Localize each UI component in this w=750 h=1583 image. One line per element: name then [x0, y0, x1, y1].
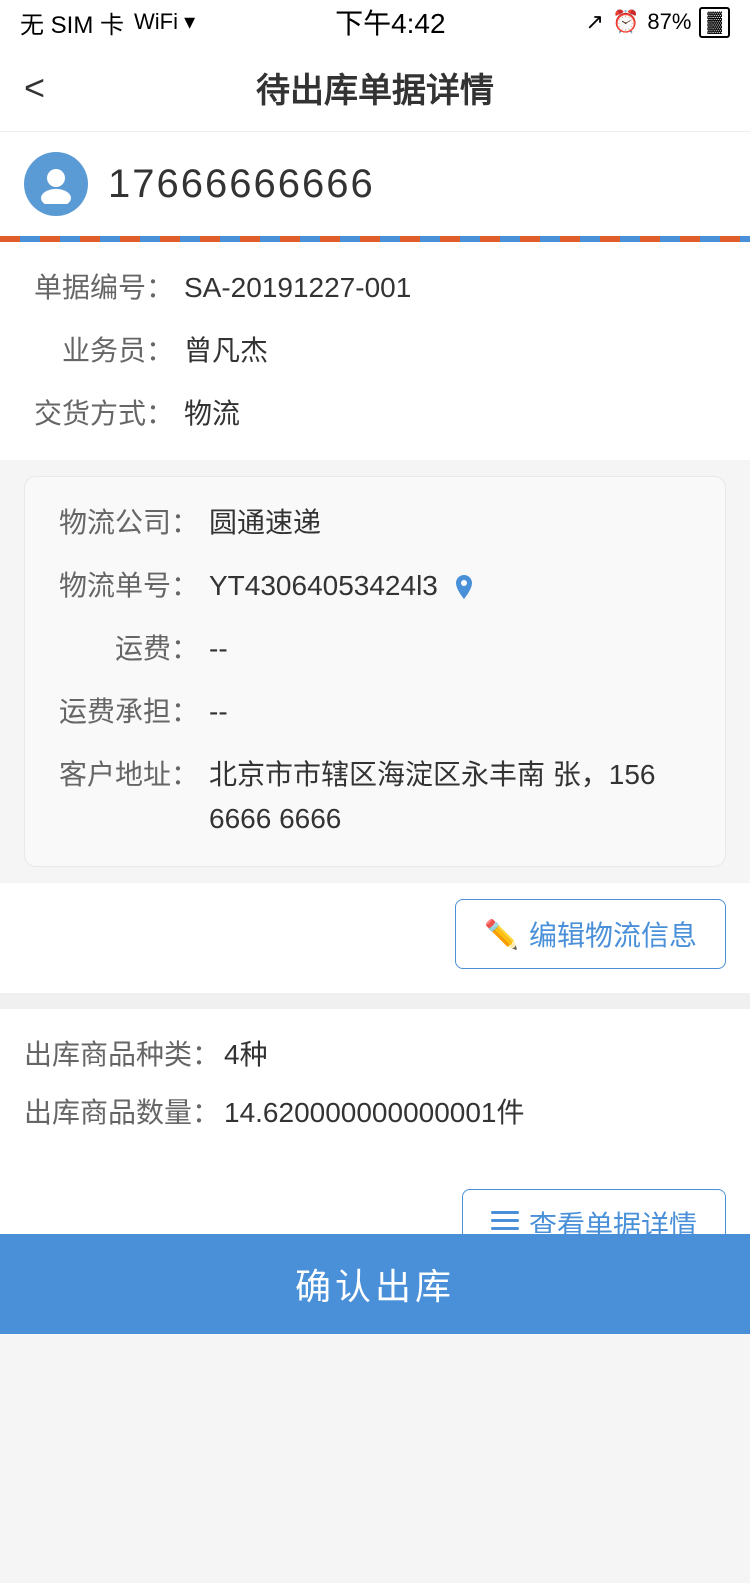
- confirm-btn-text: 确认出库: [295, 1258, 455, 1310]
- freight-bearer-value: --: [209, 690, 701, 735]
- tracking-no-value: YT43064053424l3: [209, 564, 701, 609]
- battery-text: 87%: [647, 9, 691, 35]
- salesperson-row: 业务员： 曾凡杰: [24, 329, 726, 374]
- document-no-row: 单据编号： SA-20191227-001: [24, 266, 726, 311]
- confirm-button-bar[interactable]: 确认出库: [0, 1234, 750, 1334]
- address-row: 客户地址： 北京市市辖区海淀区永丰南 张，156 6666 6666: [49, 753, 701, 843]
- salesperson-label: 业务员：: [24, 329, 184, 374]
- carrier-text: 无 SIM 卡: [20, 5, 124, 40]
- tracking-no-label: 物流单号：: [49, 564, 209, 609]
- delivery-method-row: 交货方式： 物流: [24, 392, 726, 437]
- product-quantity-value: 14.620000000000001件: [224, 1091, 525, 1131]
- delivery-method-value: 物流: [184, 392, 726, 437]
- product-section: 出库商品种类： 4种 出库商品数量： 14.620000000000001件: [0, 1009, 750, 1173]
- product-category-label: 出库商品种类：: [24, 1033, 224, 1073]
- freight-value: --: [209, 627, 701, 672]
- location-status-icon: ↗: [586, 9, 604, 35]
- freight-label: 运费：: [49, 627, 209, 672]
- logistics-company-row: 物流公司： 圆通速递: [49, 501, 701, 546]
- customer-phone: 17666666666: [108, 162, 375, 207]
- location-pin-icon[interactable]: [450, 573, 478, 601]
- document-no-label: 单据编号：: [24, 266, 184, 311]
- status-bar: 无 SIM 卡 WiFi ▾ 下午4:42 ↗ ⏰ 87% ▓: [0, 0, 750, 44]
- user-avatar-icon: [36, 164, 76, 204]
- alarm-icon: ⏰: [612, 9, 639, 35]
- product-category-value: 4种: [224, 1033, 268, 1073]
- edit-icon: ✏️: [484, 918, 519, 951]
- wifi-icon: WiFi ▾: [134, 9, 195, 35]
- section-divider: [0, 993, 750, 1009]
- customer-section: 17666666666: [0, 132, 750, 236]
- product-category-row: 出库商品种类： 4种: [24, 1033, 726, 1073]
- back-button[interactable]: <: [24, 67, 45, 109]
- tracking-no-row: 物流单号： YT43064053424l3: [49, 564, 701, 609]
- freight-bearer-label: 运费承担：: [49, 690, 209, 735]
- edit-logistics-button[interactable]: ✏️ 编辑物流信息: [455, 899, 726, 969]
- status-time: 下午4:42: [335, 2, 446, 42]
- edit-btn-label: 编辑物流信息: [529, 914, 697, 954]
- address-value: 北京市市辖区海淀区永丰南 张，156 6666 6666: [209, 753, 701, 843]
- status-right: ↗ ⏰ 87% ▓: [586, 7, 730, 38]
- delivery-method-label: 交货方式：: [24, 392, 184, 437]
- address-label: 客户地址：: [49, 753, 209, 798]
- freight-bearer-row: 运费承担： --: [49, 690, 701, 735]
- avatar: [24, 152, 88, 216]
- battery-icon: ▓: [699, 7, 730, 38]
- logistics-company-value: 圆通速递: [209, 501, 701, 546]
- nav-bar: < 待出库单据详情: [0, 44, 750, 132]
- logistics-company-label: 物流公司：: [49, 501, 209, 546]
- freight-row: 运费： --: [49, 627, 701, 672]
- status-left: 无 SIM 卡 WiFi ▾: [20, 5, 195, 40]
- product-quantity-row: 出库商品数量： 14.620000000000001件: [24, 1091, 726, 1131]
- edit-btn-row: ✏️ 编辑物流信息: [0, 883, 750, 993]
- salesperson-value: 曾凡杰: [184, 329, 726, 374]
- page-title: 待出库单据详情: [256, 63, 494, 112]
- basic-info-block: 单据编号： SA-20191227-001 业务员： 曾凡杰 交货方式： 物流: [0, 242, 750, 460]
- document-no-value: SA-20191227-001: [184, 266, 726, 311]
- product-quantity-label: 出库商品数量：: [24, 1091, 224, 1131]
- logistics-card: 物流公司： 圆通速递 物流单号： YT43064053424l3 运费： -- …: [24, 476, 726, 867]
